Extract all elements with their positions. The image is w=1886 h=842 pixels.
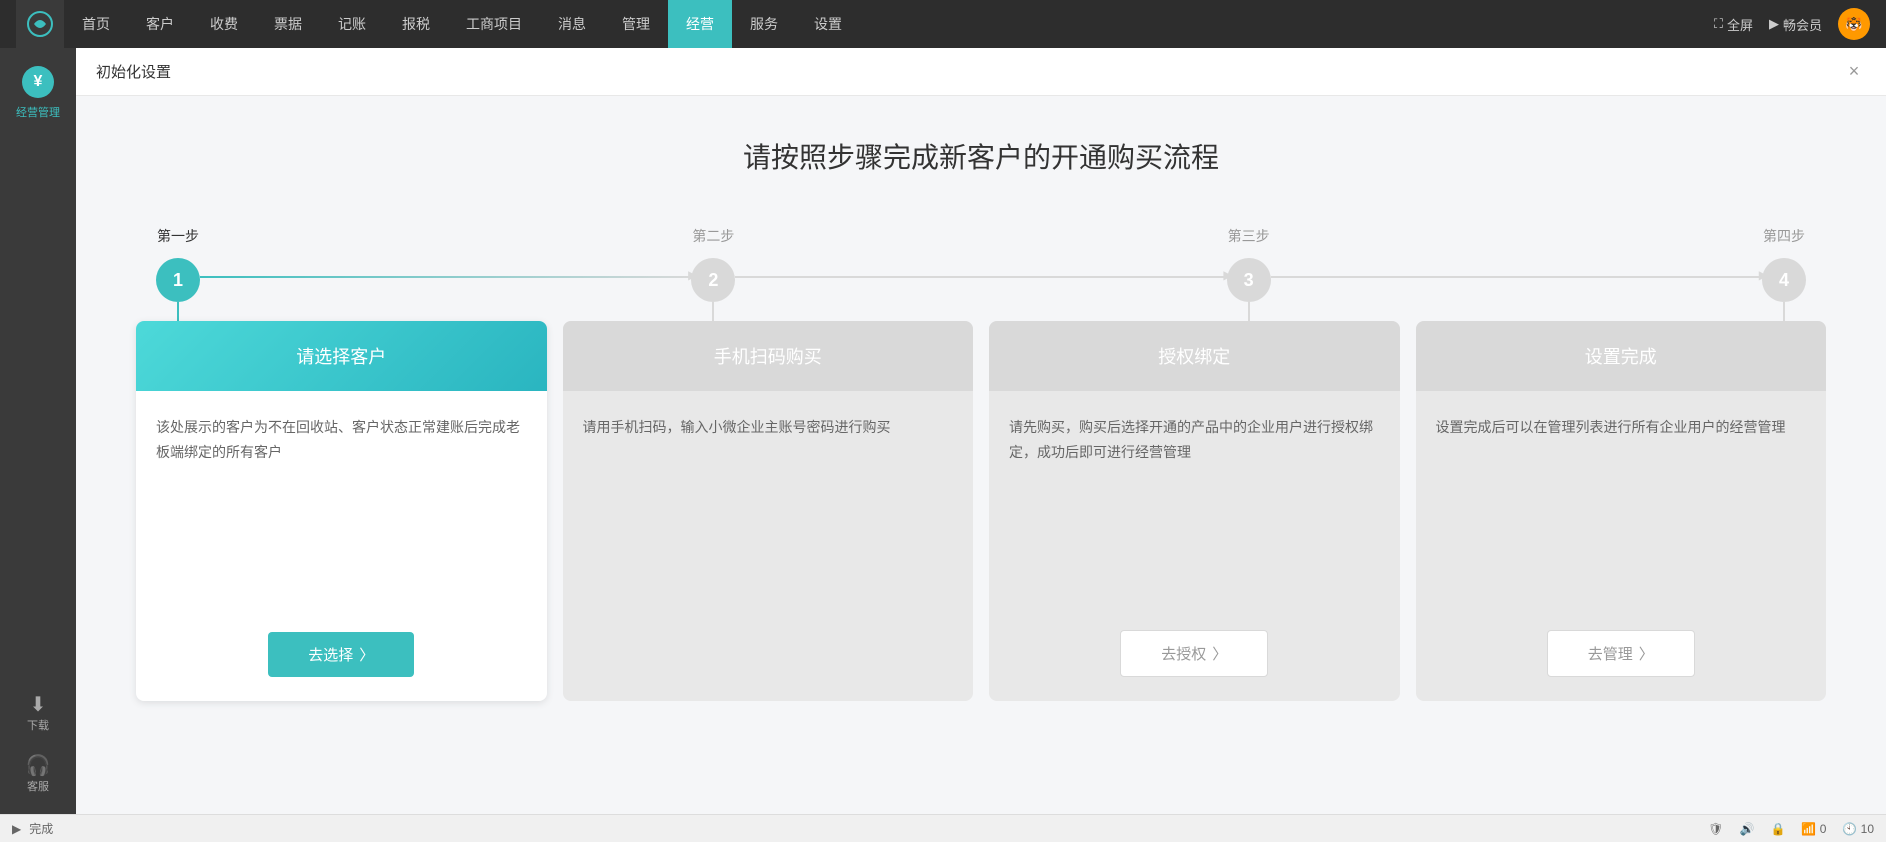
card-4-body: 设置完成后可以在管理列表进行所有企业用户的经营管理 [1416, 391, 1827, 614]
card-2: 手机扫码购买 请用手机扫码，输入小微企业主账号密码进行购买 [563, 321, 974, 701]
wizard-heading: 请按照步骤完成新客户的开通购买流程 [136, 136, 1826, 176]
app-logo [16, 0, 64, 48]
user-avatar[interactable]: 🐯 [1838, 8, 1870, 40]
step-2-label: 第二步 [692, 226, 734, 246]
card-3-footer: 去授权 〉 [989, 614, 1400, 701]
headset-icon: 🎧 [26, 753, 51, 778]
lock-status-icon: 🔒 [1770, 822, 1785, 836]
main-layout: ¥ 经营管理 ⬇ 下载 🎧 客服 初始化设置 × 请按照步骤完成新客户的开通购买… [0, 48, 1886, 814]
step-2-tail [712, 302, 714, 322]
member-button[interactable]: ▶ 畅会员 [1769, 15, 1822, 34]
step-1-label: 第一步 [157, 226, 199, 246]
close-button[interactable]: × [1842, 60, 1866, 84]
content-area: 初始化设置 × 请按照步骤完成新客户的开通购买流程 第一步 1 ▶ [76, 48, 1886, 814]
wizard-container: 请按照步骤完成新客户的开通购买流程 第一步 1 ▶ 第二步 2 [76, 96, 1886, 814]
nav-item-operation[interactable]: 经营 [668, 0, 732, 48]
content-header: 初始化设置 × [76, 48, 1886, 96]
card-2-header: 手机扫码购买 [563, 321, 974, 391]
play-icon: ▶ [1769, 16, 1779, 32]
nav-item-bills[interactable]: 票据 [256, 0, 320, 48]
clock-status-icon: 🕙 10 [1842, 822, 1874, 836]
arrow-right-icon-4: 〉 [1639, 643, 1654, 664]
card-4-footer: 去管理 〉 [1416, 614, 1827, 701]
sidebar: ¥ 经营管理 ⬇ 下载 🎧 客服 [0, 48, 76, 814]
step-2-header: 第二步 2 [691, 226, 735, 322]
nav-item-manage[interactable]: 管理 [604, 0, 668, 48]
card-4-header: 设置完成 [1416, 321, 1827, 391]
go-authorize-button[interactable]: 去授权 〉 [1120, 630, 1268, 677]
shield-status-icon: 🛡 [1708, 822, 1723, 836]
step-4-header: 第四步 4 [1762, 226, 1806, 322]
page-title: 初始化设置 [96, 61, 171, 82]
nav-item-home[interactable]: 首页 [64, 0, 128, 48]
top-navigation: 首页 客户 收费 票据 记账 报税 工商项目 消息 管理 经营 服务 设置 ⛶ … [0, 0, 1886, 48]
go-manage-button[interactable]: 去管理 〉 [1547, 630, 1695, 677]
step-3-label: 第三步 [1228, 226, 1270, 246]
card-3-header: 授权绑定 [989, 321, 1400, 391]
arrow-right-icon-3: 〉 [1212, 643, 1227, 664]
card-4: 设置完成 设置完成后可以在管理列表进行所有企业用户的经营管理 去管理 〉 [1416, 321, 1827, 701]
go-select-button[interactable]: 去选择 〉 [268, 632, 414, 677]
step-4-label: 第四步 [1763, 226, 1805, 246]
step-4-circle: 4 [1762, 258, 1806, 302]
card-2-footer [563, 661, 974, 701]
card-1-header: 请选择客户 [136, 321, 547, 391]
fullscreen-button[interactable]: ⛶ 全屏 [1714, 15, 1753, 34]
fullscreen-icon: ⛶ [1714, 16, 1723, 32]
nav-menu: 首页 客户 收费 票据 记账 报税 工商项目 消息 管理 经营 服务 设置 [64, 0, 1714, 48]
step-4-tail [1783, 302, 1785, 322]
connector-2-3: ▶ [735, 276, 1226, 278]
step-2-circle: 2 [691, 258, 735, 302]
sidebar-bottom: ⬇ 下载 🎧 客服 [3, 684, 73, 814]
steps-row: 第一步 1 ▶ 第二步 2 ▶ [136, 226, 1826, 322]
card-1-body: 该处展示的客户为不在回收站、客户状态正常建账后完成老板端绑定的所有客户 [136, 391, 547, 616]
step-3-circle: 3 [1227, 258, 1271, 302]
cards-row: 请选择客户 该处展示的客户为不在回收站、客户状态正常建账后完成老板端绑定的所有客… [136, 321, 1826, 701]
sidebar-item-operation[interactable]: ¥ 经营管理 [3, 56, 73, 130]
nav-item-settings[interactable]: 设置 [796, 0, 860, 48]
sidebar-support[interactable]: 🎧 客服 [3, 745, 73, 802]
nav-item-account[interactable]: 记账 [320, 0, 384, 48]
status-bar-left: ▶ 完成 [12, 820, 53, 837]
connector-3-4: ▶ [1271, 276, 1762, 278]
card-3: 授权绑定 请先购买，购买后选择开通的产品中的企业用户进行授权绑定，成功后即可进行… [989, 321, 1400, 701]
card-3-body: 请先购买，购买后选择开通的产品中的企业用户进行授权绑定，成功后即可进行经营管理 [989, 391, 1400, 614]
network-status-icon: 📶 0 [1801, 822, 1826, 836]
arrow-right-icon: 〉 [359, 644, 374, 665]
status-bar-right: 🛡 🔊 🔒 📶 0 🕙 10 [1708, 822, 1874, 836]
nav-item-tax[interactable]: 报税 [384, 0, 448, 48]
card-2-body: 请用手机扫码，输入小微企业主账号密码进行购买 [563, 391, 974, 661]
step-3-header: 第三步 3 [1227, 226, 1271, 322]
nav-item-message[interactable]: 消息 [540, 0, 604, 48]
nav-item-customer[interactable]: 客户 [128, 0, 192, 48]
step-1-circle: 1 [156, 258, 200, 302]
nav-item-service[interactable]: 服务 [732, 0, 796, 48]
step-1-tail [177, 302, 179, 322]
card-1-footer: 去选择 〉 [136, 616, 547, 701]
download-icon: ⬇ [30, 692, 47, 717]
step-3-tail [1248, 302, 1250, 322]
nav-right-area: ⛶ 全屏 ▶ 畅会员 🐯 [1714, 8, 1870, 40]
play-status-icon: ▶ [12, 822, 21, 836]
step-1-header: 第一步 1 [156, 226, 200, 322]
nav-item-business[interactable]: 工商项目 [448, 0, 540, 48]
nav-item-fee[interactable]: 收费 [192, 0, 256, 48]
status-bar: ▶ 完成 🛡 🔊 🔒 📶 0 🕙 10 [0, 814, 1886, 842]
volume-status-icon: 🔊 [1740, 822, 1755, 836]
sidebar-download[interactable]: ⬇ 下载 [3, 684, 73, 741]
connector-1-2: ▶ [200, 276, 691, 278]
card-1: 请选择客户 该处展示的客户为不在回收站、客户状态正常建账后完成老板端绑定的所有客… [136, 321, 547, 701]
yuan-icon: ¥ [22, 66, 54, 98]
